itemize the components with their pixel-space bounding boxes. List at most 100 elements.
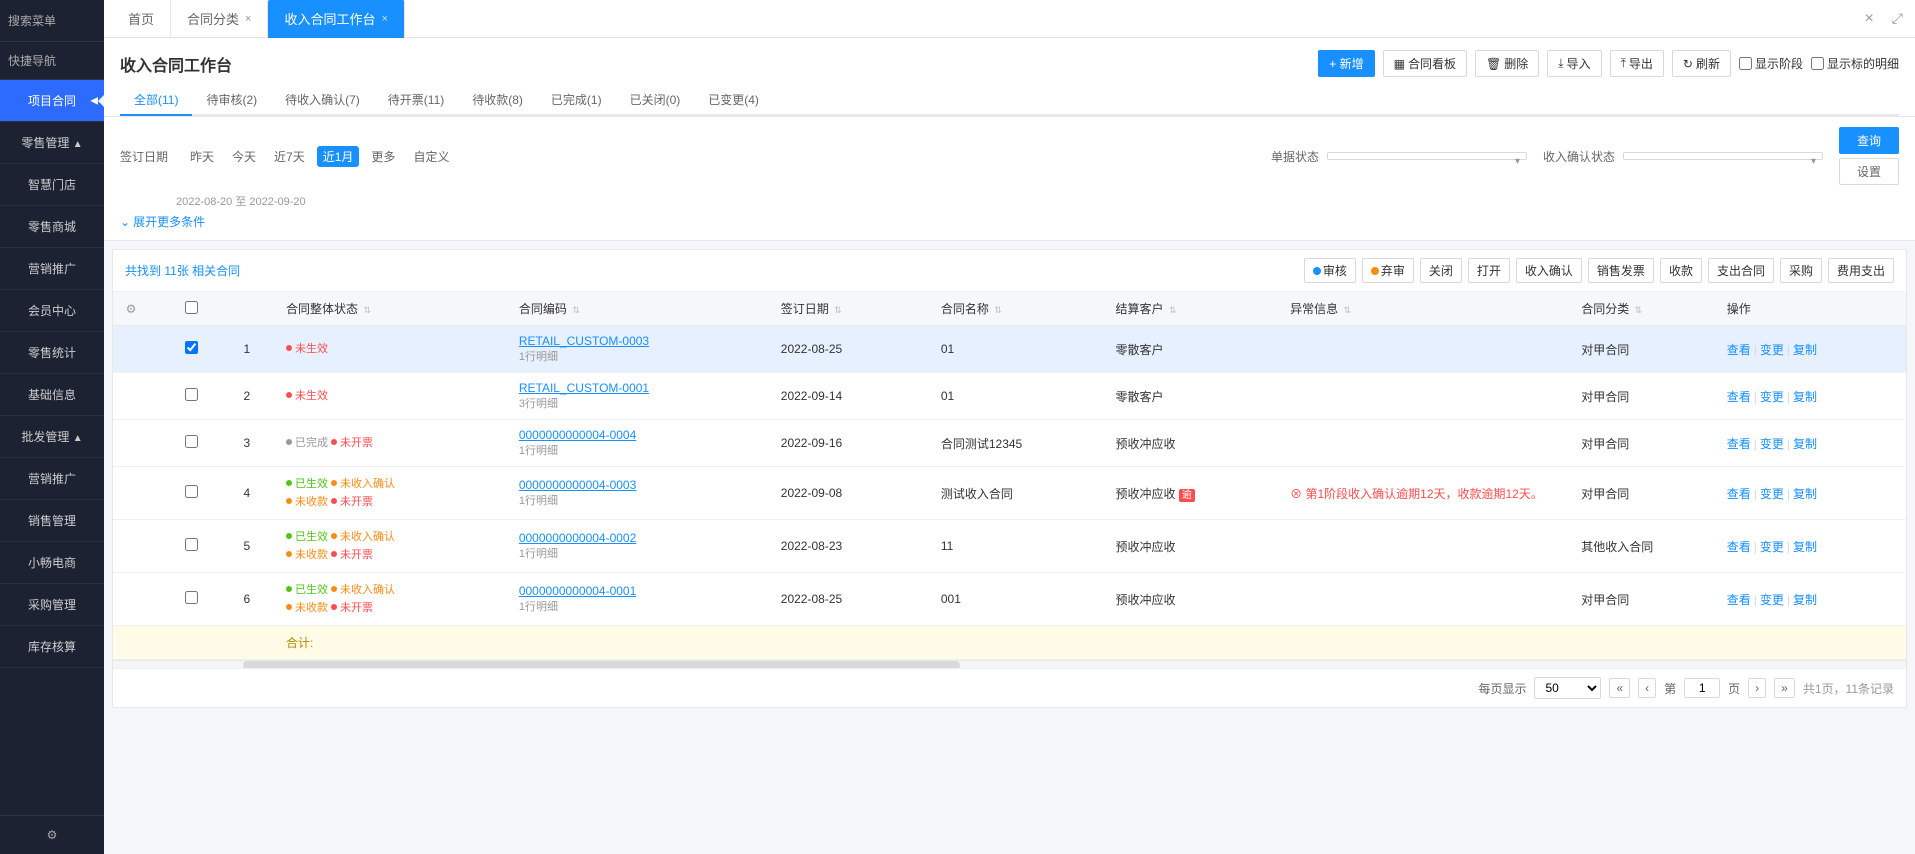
sidebar-item-inventory[interactable]: 库存核算 (0, 626, 104, 668)
sidebar-item-project[interactable]: 项目合同 ◀ (0, 80, 104, 122)
op-变更[interactable]: 变更 (1760, 593, 1784, 607)
action-income-confirm[interactable]: 收入确认 (1516, 258, 1582, 283)
refresh-button[interactable]: ↻ 刷新 (1672, 50, 1731, 77)
th-category[interactable]: 合同分类 ⇅ (1571, 292, 1717, 326)
doc-status-select[interactable] (1327, 152, 1527, 160)
tab-income-contract[interactable]: 收入合同工作台 × (268, 0, 404, 38)
op-查看[interactable]: 查看 (1727, 437, 1751, 451)
filter-option-today[interactable]: 今天 (226, 146, 262, 167)
sidebar-item-smart-store[interactable]: 智慧门店 (0, 164, 104, 206)
op-变更[interactable]: 变更 (1760, 390, 1784, 404)
sub-tab-closed[interactable]: 已关闭(0) (616, 85, 695, 116)
sub-tab-done[interactable]: 已完成(1) (537, 85, 616, 116)
action-collect[interactable]: 收款 (1660, 258, 1702, 283)
action-output-contract[interactable]: 支出合同 (1708, 258, 1774, 283)
set-button[interactable]: 设置 (1839, 158, 1899, 185)
sidebar-item-retail-mgmt[interactable]: 零售管理 ▲ (0, 122, 104, 164)
delete-button[interactable]: 🗑 删除 (1475, 50, 1539, 77)
op-变更[interactable]: 变更 (1760, 343, 1784, 357)
op-复制[interactable]: 复制 (1793, 343, 1817, 357)
select-all-checkbox[interactable] (185, 301, 198, 314)
contract-code-link[interactable]: RETAIL_CUSTOM-0003 (519, 334, 649, 348)
row-checkbox-1[interactable] (185, 388, 198, 401)
next-page-btn[interactable]: › (1748, 678, 1766, 698)
action-abandon[interactable]: 弃审 (1362, 258, 1414, 283)
row-checkbox-0[interactable] (185, 341, 198, 354)
new-button[interactable]: + 新增 (1318, 50, 1374, 77)
gear-icon[interactable]: ⚙ (123, 301, 139, 317)
action-expense[interactable]: 费用支出 (1828, 258, 1894, 283)
filter-option-7days[interactable]: 近7天 (268, 146, 311, 167)
show-detail-checkbox[interactable]: 显示标的明细 (1811, 55, 1899, 72)
sidebar-nav[interactable]: 快捷导航 (0, 42, 104, 80)
filter-option-custom[interactable]: 自定义 (407, 146, 455, 167)
board-button[interactable]: ▦ 合同看板 (1383, 50, 1467, 77)
th-name[interactable]: 合同名称 ⇅ (931, 292, 1106, 326)
sidebar-settings[interactable]: ⚙ (0, 815, 104, 854)
expand-filter-btn[interactable]: ⌄ 展开更多条件 (120, 213, 1899, 230)
sidebar-item-purchase[interactable]: 采购管理 (0, 584, 104, 626)
sub-tab-pending-invoice[interactable]: 待开票(11) (374, 85, 458, 116)
op-查看[interactable]: 查看 (1727, 487, 1751, 501)
contract-code-link[interactable]: 0000000000004-0004 (519, 428, 636, 442)
sidebar-search[interactable]: 搜索菜单 (0, 0, 104, 42)
th-customer[interactable]: 结算客户 ⇅ (1106, 292, 1281, 326)
op-复制[interactable]: 复制 (1793, 487, 1817, 501)
th-date[interactable]: 签订日期 ⇅ (771, 292, 931, 326)
prev-page-btn[interactable]: ‹ (1638, 678, 1656, 698)
op-查看[interactable]: 查看 (1727, 390, 1751, 404)
page-size-select[interactable]: 50 100 (1534, 677, 1601, 699)
op-复制[interactable]: 复制 (1793, 540, 1817, 554)
sub-tab-pending-collect[interactable]: 待收款(8) (458, 85, 537, 116)
action-review[interactable]: 审核 (1304, 258, 1356, 283)
export-button[interactable]: ⤒ 导出 (1610, 50, 1664, 77)
filter-option-more[interactable]: 更多 (365, 146, 401, 167)
sub-tab-pending-confirm[interactable]: 待收入确认(7) (271, 85, 374, 116)
th-code[interactable]: 合同编码 ⇅ (509, 292, 771, 326)
contract-code-link[interactable]: 0000000000004-0002 (519, 531, 636, 545)
op-复制[interactable]: 复制 (1793, 390, 1817, 404)
tab-home[interactable]: 首页 (112, 0, 171, 38)
tab-maximize[interactable]: ⤢ (1888, 10, 1907, 27)
contract-code-link[interactable]: 0000000000004-0003 (519, 478, 636, 492)
page-input[interactable] (1684, 678, 1720, 698)
th-exception[interactable]: 异常信息 ⇅ (1280, 292, 1571, 326)
sidebar-item-basic-info[interactable]: 基础信息 (0, 374, 104, 416)
tab-contract-category[interactable]: 合同分类 × (171, 0, 268, 38)
sub-tab-all[interactable]: 全部(11) (120, 85, 192, 116)
sidebar-item-marketing1[interactable]: 营销推广 (0, 248, 104, 290)
sidebar-item-sales-mgmt[interactable]: 销售管理 (0, 500, 104, 542)
confirm-status-select[interactable] (1623, 152, 1823, 160)
op-变更[interactable]: 变更 (1760, 437, 1784, 451)
sidebar-item-retail-mall[interactable]: 零售商城 (0, 206, 104, 248)
op-复制[interactable]: 复制 (1793, 437, 1817, 451)
op-查看[interactable]: 查看 (1727, 540, 1751, 554)
import-button[interactable]: ⤓ 导入 (1547, 50, 1601, 77)
action-open[interactable]: 打开 (1468, 258, 1510, 283)
sidebar-item-member[interactable]: 会员中心 (0, 290, 104, 332)
op-变更[interactable]: 变更 (1760, 487, 1784, 501)
first-page-btn[interactable]: « (1609, 678, 1630, 698)
query-button[interactable]: 查询 (1839, 127, 1899, 154)
sub-tab-pending-review[interactable]: 待审核(2) (192, 85, 271, 116)
contract-code-link[interactable]: RETAIL_CUSTOM-0001 (519, 381, 649, 395)
filter-option-yesterday[interactable]: 昨天 (184, 146, 220, 167)
sidebar-item-sales-promo[interactable]: 营销推广 (0, 458, 104, 500)
th-status[interactable]: 合同整体状态 ⇅ (276, 292, 509, 326)
op-复制[interactable]: 复制 (1793, 593, 1817, 607)
row-checkbox-2[interactable] (185, 435, 198, 448)
action-close[interactable]: 关闭 (1420, 258, 1462, 283)
sub-tab-changed[interactable]: 已变更(4) (694, 85, 773, 116)
scrollbar-area[interactable] (113, 660, 1906, 668)
op-查看[interactable]: 查看 (1727, 593, 1751, 607)
show-stage-checkbox[interactable]: 显示阶段 (1739, 55, 1803, 72)
row-checkbox-4[interactable] (185, 538, 198, 551)
tab-contract-category-close[interactable]: × (245, 13, 251, 25)
row-checkbox-5[interactable] (185, 591, 198, 604)
row-checkbox-3[interactable] (185, 485, 198, 498)
sidebar-item-xiaochang[interactable]: 小畅电商 (0, 542, 104, 584)
sidebar-item-batch-mgmt[interactable]: 批发管理 ▲ (0, 416, 104, 458)
action-purchase[interactable]: 采购 (1780, 258, 1822, 283)
last-page-btn[interactable]: » (1774, 678, 1795, 698)
op-查看[interactable]: 查看 (1727, 343, 1751, 357)
